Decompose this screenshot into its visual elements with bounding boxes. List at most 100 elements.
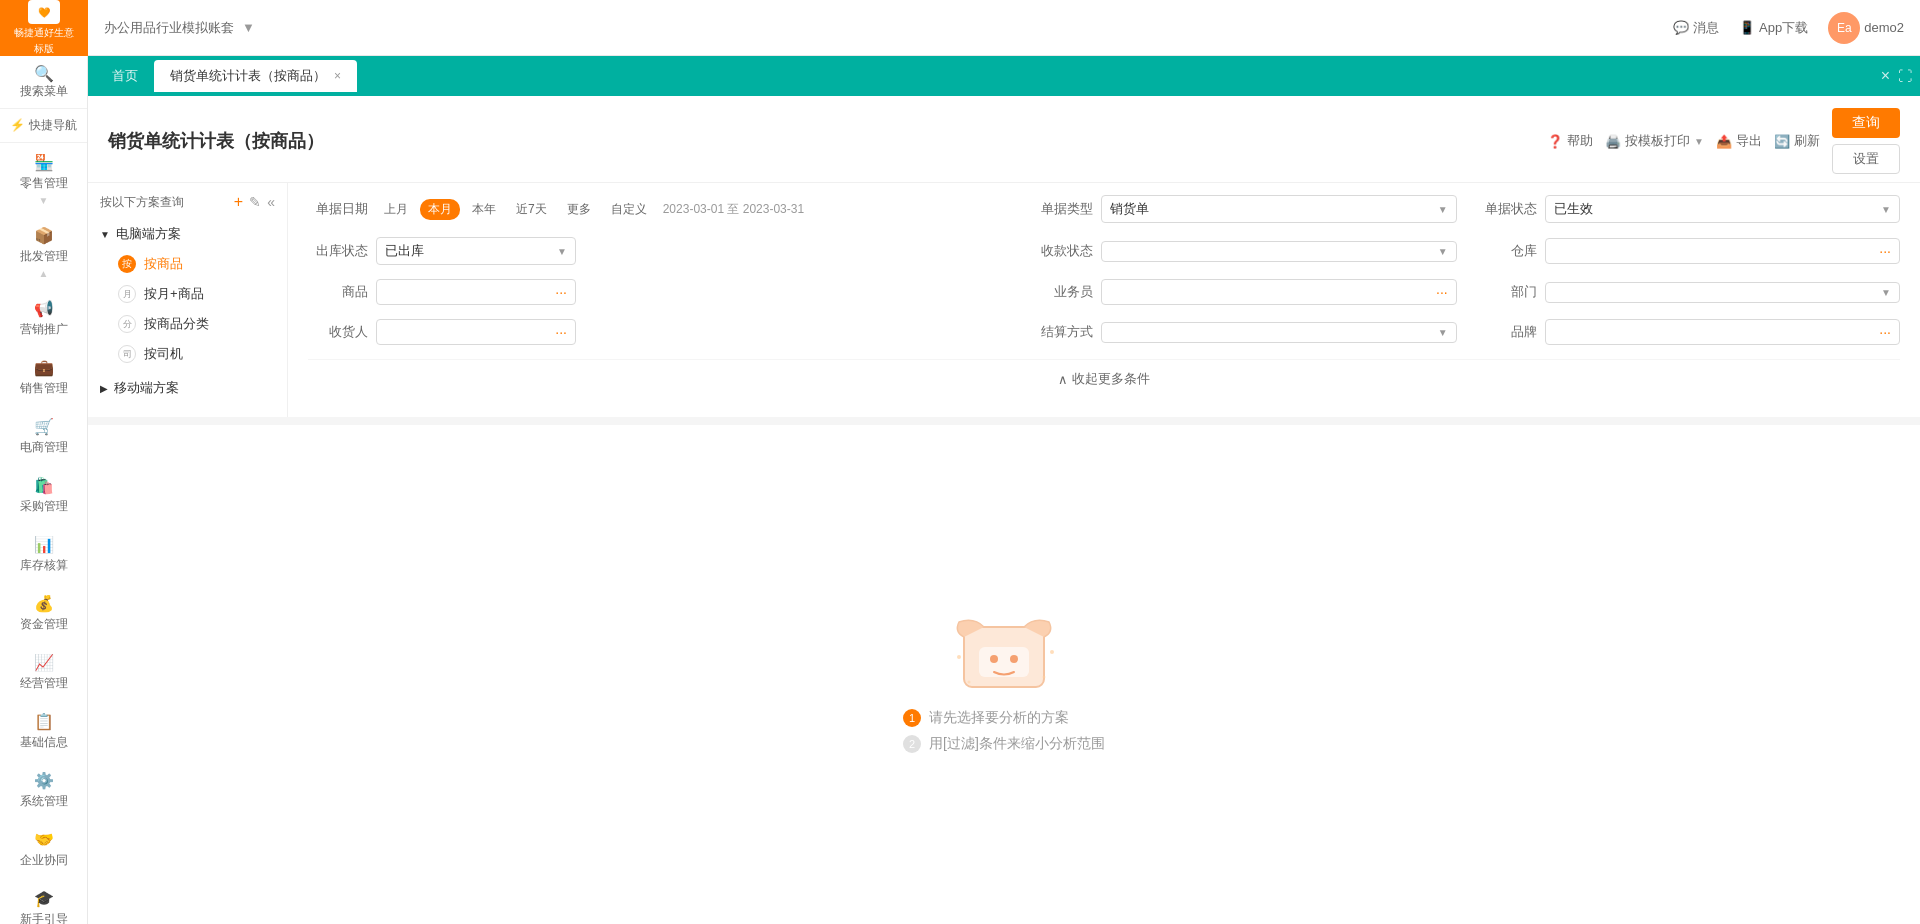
desktop-group-arrow: ▼	[100, 229, 110, 240]
scheme-collapse-btn[interactable]: «	[267, 194, 275, 210]
store-status-label: 出库状态	[308, 242, 368, 260]
goods-input[interactable]: ···	[376, 279, 576, 305]
shortcut-this-month[interactable]: 本月	[420, 199, 460, 220]
scheme-item-by-category[interactable]: 分 按商品分类	[88, 309, 287, 339]
sidebar-item-sales-label: 销售管理	[20, 380, 68, 397]
scheme-item-by-goods-label: 按商品	[144, 255, 183, 273]
payment-select[interactable]: ▼	[1101, 241, 1456, 262]
hint-1: 1 请先选择要分析的方案	[903, 709, 1105, 727]
goods-label: 商品	[308, 283, 368, 301]
tab-active-label: 销货单统计计表（按商品）	[170, 67, 326, 85]
scheme-item-by-goods[interactable]: 按 按商品	[88, 249, 287, 279]
shortcut-7days[interactable]: 近7天	[508, 199, 555, 220]
shortcut-this-year[interactable]: 本年	[464, 199, 504, 220]
collapse-filters-btn[interactable]: ∧ 收起更多条件	[1058, 370, 1150, 388]
tab-close-btn[interactable]: ×	[334, 70, 341, 82]
sidebar-item-finance[interactable]: 💰 资金管理	[0, 584, 87, 643]
main-area: 办公用品行业模拟账套 ▼ 💬 消息 📱 App下载 Ea demo2 首页 销货…	[88, 0, 1920, 924]
window-expand-btn[interactable]: ⛶	[1898, 68, 1912, 84]
sidebar-item-ecommerce[interactable]: 🛒 电商管理	[0, 407, 87, 466]
sidebar-item-sales[interactable]: 💼 销售管理	[0, 348, 87, 407]
scheme-item-by-month-goods[interactable]: 月 按月+商品	[88, 279, 287, 309]
goods-control: ···	[376, 279, 1013, 305]
quick-nav-btn[interactable]: ⚡ 快捷导航	[0, 109, 87, 143]
goods-dots[interactable]: ···	[555, 284, 567, 300]
wholesale-icon: 📦	[34, 226, 54, 245]
sidebar-item-system-label: 系统管理	[20, 793, 68, 810]
hint-2-num: 2	[903, 735, 921, 753]
receiver-input[interactable]: ···	[376, 319, 576, 345]
staff-dots[interactable]: ···	[1436, 284, 1448, 300]
brand-input[interactable]: ···	[1545, 319, 1900, 345]
shortcut-custom[interactable]: 自定义	[603, 199, 655, 220]
help-btn[interactable]: ❓ 帮助	[1547, 132, 1593, 150]
industry-selector[interactable]: 办公用品行业模拟账套 ▼	[104, 19, 255, 37]
store-status-arrow: ▼	[557, 246, 567, 257]
tab-active[interactable]: 销货单统计计表（按商品） ×	[154, 60, 357, 92]
dept-select[interactable]: ▼	[1545, 282, 1900, 303]
filter-row-2: 出库状态 已出库 ▼ 收款状态	[308, 237, 1900, 265]
scheme-add-btn[interactable]: +	[234, 193, 243, 211]
staff-input[interactable]: ···	[1101, 279, 1456, 305]
export-btn[interactable]: 📤 导出	[1716, 132, 1762, 150]
scheme-group-desktop-header[interactable]: ▼ 电脑端方案	[88, 219, 287, 249]
date-shortcuts: 上月 本月 本年 近7天 更多 自定义	[376, 199, 655, 220]
app-name: 畅捷通好生意	[14, 26, 74, 40]
search-menu-btn[interactable]: 🔍 搜索菜单	[0, 56, 87, 109]
settings-btn[interactable]: 设置	[1832, 144, 1900, 174]
sidebar-item-newbie[interactable]: 🎓 新手引导	[0, 879, 87, 924]
settlement-select[interactable]: ▼	[1101, 322, 1456, 343]
sidebar-item-retail[interactable]: 🏪 零售管理 ▼	[0, 143, 87, 216]
payment-arrow: ▼	[1438, 246, 1448, 257]
sidebar-item-wholesale[interactable]: 📦 批发管理 ▲	[0, 216, 87, 289]
type-select[interactable]: 销货单 ▼	[1101, 195, 1456, 223]
help-label: 帮助	[1567, 132, 1593, 150]
scheme-group-mobile-header[interactable]: ▶ 移动端方案	[88, 373, 287, 403]
scheme-panel-actions: + ✎ «	[234, 193, 275, 211]
sidebar-item-operations-label: 经营管理	[20, 675, 68, 692]
dept-label: 部门	[1477, 283, 1537, 301]
header-actions: 💬 消息 📱 App下载 Ea demo2	[1673, 12, 1904, 44]
brand-dots[interactable]: ···	[1879, 324, 1891, 340]
filter-field-date: 单据日期 上月 本月 本年 近7天 更多 自定义	[308, 199, 1013, 220]
page-header: 销货单统计计表（按商品） ❓ 帮助 🖨️ 按模板打印 ▼ 📤	[88, 96, 1920, 183]
window-close-btn[interactable]: ×	[1881, 67, 1890, 85]
refresh-btn[interactable]: 🔄 刷新	[1774, 132, 1820, 150]
template-print-btn[interactable]: 🖨️ 按模板打印 ▼	[1605, 132, 1704, 150]
app-download-btn[interactable]: 📱 App下载	[1739, 19, 1808, 37]
store-status-value: 已出库	[385, 242, 424, 260]
message-btn[interactable]: 💬 消息	[1673, 19, 1719, 37]
operations-icon: 📈	[34, 653, 54, 672]
warehouse-control: ···	[1545, 238, 1900, 264]
scheme-item-by-category-label: 按商品分类	[144, 315, 209, 333]
svg-point-6	[968, 680, 971, 683]
app-logo[interactable]: 🧡 畅捷通好生意 标版	[0, 0, 88, 56]
warehouse-dots[interactable]: ···	[1879, 243, 1891, 259]
user-menu-btn[interactable]: Ea demo2	[1828, 12, 1904, 44]
help-icon: ❓	[1547, 134, 1563, 149]
status-select[interactable]: 已生效 ▼	[1545, 195, 1900, 223]
store-status-select[interactable]: 已出库 ▼	[376, 237, 576, 265]
filter-field-brand: 品牌 ···	[1477, 319, 1900, 345]
shortcut-last-month[interactable]: 上月	[376, 199, 416, 220]
query-btn[interactable]: 查询	[1832, 108, 1900, 138]
section-divider	[88, 417, 1920, 425]
finance-icon: 💰	[34, 594, 54, 613]
sidebar-item-inventory[interactable]: 📊 库存核算	[0, 525, 87, 584]
sidebar-item-purchase[interactable]: 🛍️ 采购管理	[0, 466, 87, 525]
user-avatar: Ea	[1828, 12, 1860, 44]
sidebar-item-system[interactable]: ⚙️ 系统管理	[0, 761, 87, 820]
filter-row-1: 单据日期 上月 本月 本年 近7天 更多 自定义	[308, 195, 1900, 223]
tab-home[interactable]: 首页	[96, 67, 154, 85]
sidebar-item-operations[interactable]: 📈 经营管理	[0, 643, 87, 702]
warehouse-input[interactable]: ···	[1545, 238, 1900, 264]
filter-field-settlement: 结算方式 ▼	[1033, 322, 1456, 343]
scheme-edit-btn[interactable]: ✎	[249, 194, 261, 210]
scheme-item-by-driver[interactable]: 司 按司机	[88, 339, 287, 369]
shortcut-more[interactable]: 更多	[559, 199, 599, 220]
sidebar-item-cooperation[interactable]: 🤝 企业协同	[0, 820, 87, 879]
scheme-panel-header: 按以下方案查询 + ✎ «	[88, 193, 287, 219]
sidebar-item-basic[interactable]: 📋 基础信息	[0, 702, 87, 761]
sidebar-item-marketing[interactable]: 📢 营销推广	[0, 289, 87, 348]
receiver-dots[interactable]: ···	[555, 324, 567, 340]
